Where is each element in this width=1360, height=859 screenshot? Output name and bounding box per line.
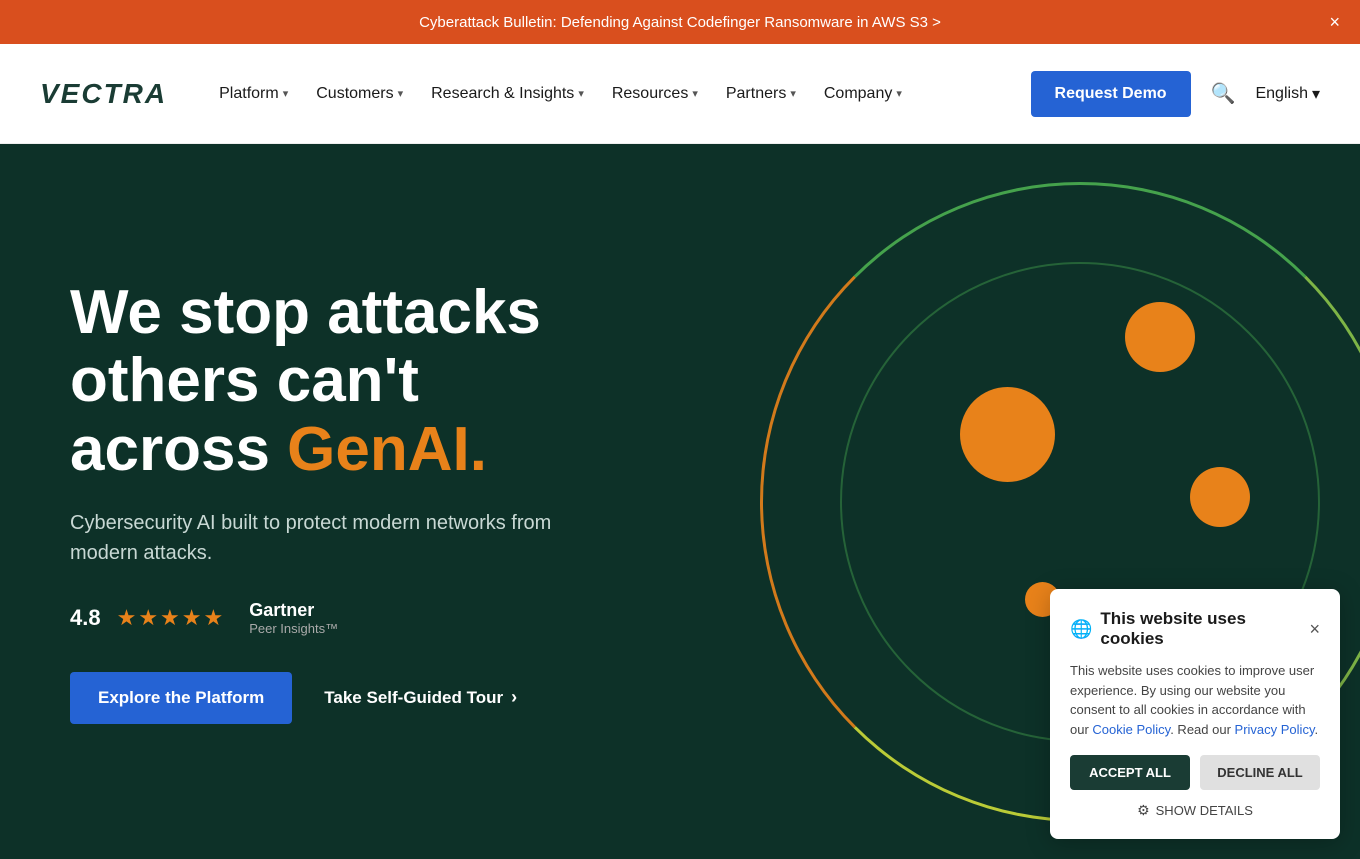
show-details-button[interactable]: ⚙ SHOW DETAILS	[1070, 802, 1320, 819]
accept-all-button[interactable]: ACCEPT ALL	[1070, 755, 1190, 790]
chevron-down-icon: ▾	[283, 87, 289, 100]
banner-close-button[interactable]: ×	[1329, 12, 1340, 33]
hero-buttons: Explore the Platform Take Self-Guided To…	[70, 672, 610, 724]
rating-number: 4.8	[70, 605, 101, 631]
nav-item-partners[interactable]: Partners ▾	[714, 77, 808, 111]
chevron-down-icon: ▾	[398, 87, 404, 100]
chevron-down-icon: ▾	[692, 87, 698, 100]
gartner-name: Gartner	[249, 600, 338, 621]
decline-all-button[interactable]: DECLINE ALL	[1200, 755, 1320, 790]
cookie-buttons: ACCEPT ALL DECLINE ALL	[1070, 755, 1320, 790]
chevron-down-icon: ▾	[1312, 84, 1320, 104]
privacy-policy-link[interactable]: Privacy Policy	[1235, 722, 1315, 737]
banner-text[interactable]: Cyberattack Bulletin: Defending Against …	[419, 14, 941, 31]
dot-1	[1125, 302, 1195, 372]
nav-links: Platform ▾ Customers ▾ Research & Insigh…	[207, 77, 1030, 111]
gartner-sub: Peer Insights™	[249, 621, 338, 636]
guided-tour-button[interactable]: Take Self-Guided Tour ›	[324, 687, 517, 708]
chevron-down-icon: ▾	[896, 87, 902, 100]
language-selector[interactable]: English ▾	[1255, 84, 1320, 104]
dot-2	[960, 387, 1055, 482]
nav-item-resources[interactable]: Resources ▾	[600, 77, 710, 111]
globe-icon: 🌐	[1070, 619, 1092, 640]
cookie-close-button[interactable]: ×	[1309, 619, 1320, 640]
request-demo-button[interactable]: Request Demo	[1031, 71, 1191, 117]
cookie-policy-link[interactable]: Cookie Policy	[1092, 722, 1170, 737]
nav-actions: Request Demo 🔍 English ▾	[1031, 71, 1320, 117]
cookie-banner: 🌐 This website uses cookies × This websi…	[1050, 589, 1340, 839]
gear-icon: ⚙	[1137, 802, 1150, 819]
cookie-body: This website uses cookies to improve use…	[1070, 661, 1320, 739]
chevron-down-icon: ▾	[578, 87, 584, 100]
hero-rating: 4.8 ★★★★★ Gartner Peer Insights™	[70, 600, 610, 636]
rating-stars: ★★★★★	[117, 605, 226, 631]
logo[interactable]: VECTRA	[40, 78, 167, 110]
search-icon[interactable]: 🔍	[1211, 81, 1236, 106]
announcement-banner: Cyberattack Bulletin: Defending Against …	[0, 0, 1360, 44]
nav-item-research[interactable]: Research & Insights ▾	[419, 77, 596, 111]
nav-item-company[interactable]: Company ▾	[812, 77, 914, 111]
explore-platform-button[interactable]: Explore the Platform	[70, 672, 292, 724]
cookie-header: 🌐 This website uses cookies ×	[1070, 609, 1320, 649]
arrow-right-icon: ›	[511, 687, 517, 708]
chevron-down-icon: ▾	[790, 87, 796, 100]
hero-section: We stop attacks others can't across GenA…	[0, 144, 1360, 859]
nav-item-platform[interactable]: Platform ▾	[207, 77, 300, 111]
gartner-badge: Gartner Peer Insights™	[249, 600, 338, 636]
hero-content: We stop attacks others can't across GenA…	[0, 279, 680, 724]
cookie-title: This website uses cookies	[1100, 609, 1309, 649]
language-label: English	[1255, 85, 1307, 103]
hero-headline: We stop attacks others can't across GenA…	[70, 279, 610, 484]
hero-subtext: Cybersecurity AI built to protect modern…	[70, 508, 610, 568]
nav-item-customers[interactable]: Customers ▾	[304, 77, 415, 111]
dot-3	[1190, 467, 1250, 527]
navbar: VECTRA Platform ▾ Customers ▾ Research &…	[0, 44, 1360, 144]
